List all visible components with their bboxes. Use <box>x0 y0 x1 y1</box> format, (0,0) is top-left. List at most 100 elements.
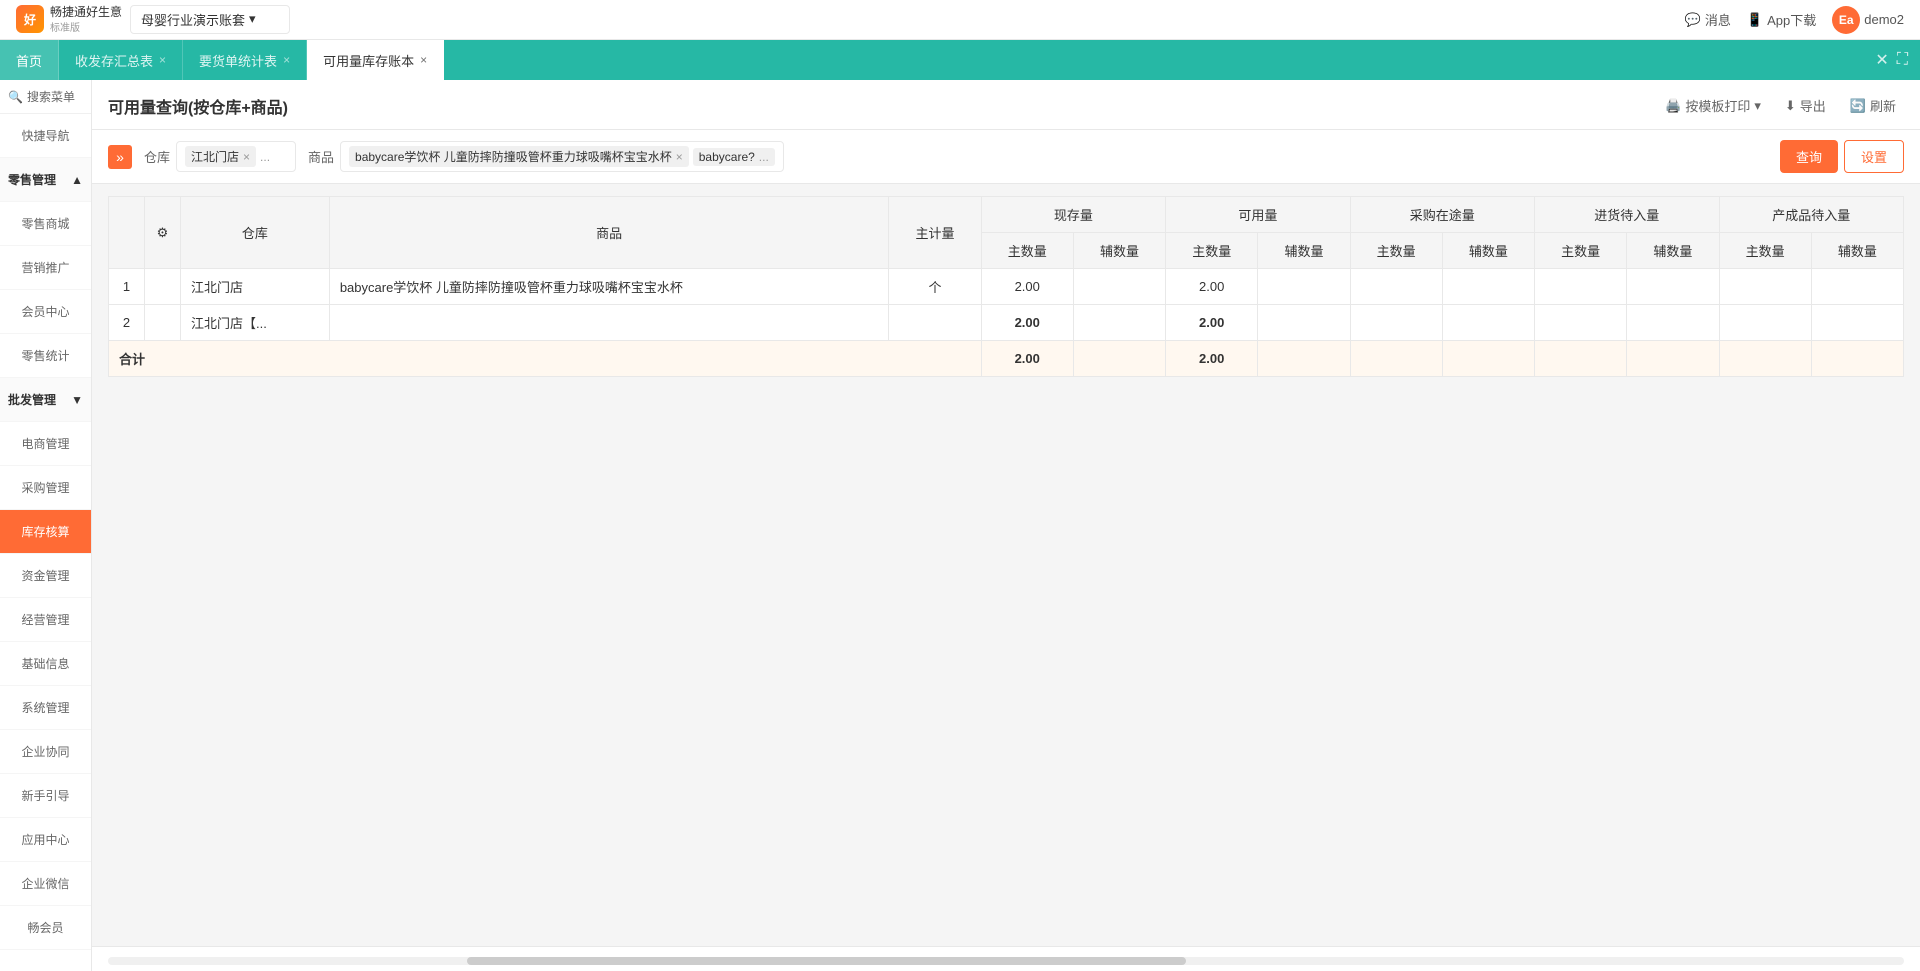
sidebar-item-inventory-check[interactable]: 库存核算 <box>0 510 91 554</box>
app-center-label: 应用中心 <box>21 831 69 848</box>
sidebar-item-retail-mall[interactable]: 零售商城 <box>0 202 91 246</box>
th-product: 商品 <box>329 197 889 269</box>
sidebar-item-marketing[interactable]: 营销推广 <box>0 246 91 290</box>
total-finished-aux <box>1811 341 1903 377</box>
chevron-icon: ▲ <box>71 173 83 187</box>
message-button[interactable]: 💬 消息 <box>1685 10 1731 29</box>
avatar: Ea <box>1832 6 1860 34</box>
retail-stats-label: 零售统计 <box>21 347 69 364</box>
sidebar-item-purchase[interactable]: 采购管理 <box>0 466 91 510</box>
download-button[interactable]: 📱 App下载 <box>1747 10 1816 29</box>
horizontal-scrollbar[interactable] <box>108 957 1904 965</box>
orders-tab-label: 要货单统计表 <box>199 51 277 70</box>
ecommerce-label: 电商管理 <box>21 435 69 452</box>
th-pur-main-qty: 主数量 <box>1350 233 1442 269</box>
total-incoming-aux <box>1627 341 1719 377</box>
product-input[interactable]: babycare学饮杯 儿童防摔防撞吸管杯重力球吸嘴杯宝宝水杯 × babyca… <box>340 141 784 172</box>
tab-inventory[interactable]: 可用量库存账本 × <box>307 40 444 80</box>
warehouse-more-indicator: ... <box>260 150 270 164</box>
tab-home[interactable]: 首页 <box>0 40 59 80</box>
purchase-label: 采购管理 <box>21 479 69 496</box>
header-right: 💬 消息 📱 App下载 Ea demo2 <box>1685 6 1904 34</box>
wholesale-mgmt-label: 批发管理 <box>8 391 56 408</box>
row2-finished-main <box>1719 305 1811 341</box>
orders-tab-close[interactable]: × <box>283 53 290 67</box>
message-icon: 💬 <box>1685 12 1701 28</box>
industry-selector[interactable]: 母婴行业演示账套 ▾ <box>130 5 290 34</box>
th-warehouse: 仓库 <box>181 197 330 269</box>
sidebar-item-wholesale-mgmt[interactable]: 批发管理 ▼ <box>0 378 91 422</box>
members-label: 会员中心 <box>21 303 69 320</box>
sidebar-item-vip[interactable]: 畅会员 <box>0 906 91 950</box>
sidebar-item-retail-stats[interactable]: 零售统计 <box>0 334 91 378</box>
sidebar-item-basic-info[interactable]: 基础信息 <box>0 642 91 686</box>
sidebar-item-sys-mgmt[interactable]: 系统管理 <box>0 686 91 730</box>
sidebar-item-finance[interactable]: 资金管理 <box>0 554 91 598</box>
product-more-indicator: ... <box>759 150 769 164</box>
table-row: 2 江北门店【... 2.00 2.00 <box>109 305 1904 341</box>
user-area[interactable]: Ea demo2 <box>1832 6 1904 34</box>
warehouse-tag-close[interactable]: × <box>243 150 250 164</box>
row2-stock-main: 2.00 <box>981 305 1073 341</box>
export-button[interactable]: ⬇ 导出 <box>1777 92 1834 119</box>
sidebar-item-enterprise-wx[interactable]: 企业微信 <box>0 862 91 906</box>
th-stock-aux-qty: 辅数量 <box>1073 233 1165 269</box>
ops-label: 经营管理 <box>21 611 69 628</box>
download-label: App下载 <box>1767 10 1816 29</box>
row1-pur-main <box>1350 269 1442 305</box>
sidebar-search[interactable]: 🔍 搜索菜单 <box>0 80 91 114</box>
total-pur-aux <box>1442 341 1534 377</box>
data-table: ⚙ 仓库 商品 主计量 现存量 可用量 采购在途量 进货待入量 产成品待入量 主… <box>108 196 1904 377</box>
setting-button[interactable]: 设置 <box>1844 140 1904 173</box>
app-name: 畅捷通好生意 <box>50 5 122 19</box>
inventory-check-label: 库存核算 <box>21 523 69 540</box>
row2-unit <box>889 305 981 341</box>
th-settings[interactable]: ⚙ <box>145 197 181 269</box>
refresh-button[interactable]: 🔄 刷新 <box>1842 92 1904 119</box>
filter-expand-button[interactable]: » <box>108 145 132 169</box>
inventory-tab-close[interactable]: × <box>420 53 427 67</box>
th-avail-main-qty: 主数量 <box>1166 233 1258 269</box>
total-stock-aux <box>1073 341 1165 377</box>
tab-orders[interactable]: 要货单统计表 × <box>183 40 307 80</box>
row2-incoming-main <box>1535 305 1627 341</box>
row2-avail-main: 2.00 <box>1166 305 1258 341</box>
th-purchase-transit: 采购在途量 <box>1350 197 1534 233</box>
receipts-tab-close[interactable]: × <box>159 53 166 67</box>
sidebar-item-quick-nav[interactable]: 快捷导航 <box>0 114 91 158</box>
th-incoming-main-qty: 主数量 <box>1535 233 1627 269</box>
sidebar-item-app-center[interactable]: 应用中心 <box>0 818 91 862</box>
refresh-label: 刷新 <box>1870 96 1896 115</box>
receipts-tab-label: 收发存汇总表 <box>75 51 153 70</box>
filter-row: » 仓库 江北门店 × ... 商品 babycare学饮杯 儿童防摔防撞吸管杯… <box>92 130 1920 184</box>
sidebar-item-retail-mgmt[interactable]: 零售管理 ▲ <box>0 158 91 202</box>
sidebar-item-members[interactable]: 会员中心 <box>0 290 91 334</box>
table-footer <box>92 946 1920 971</box>
sidebar-item-ops[interactable]: 经营管理 <box>0 598 91 642</box>
scrollbar-thumb <box>467 957 1185 965</box>
print-button[interactable]: 🖨️ 按模板打印 ▾ <box>1657 92 1769 119</box>
main-layout: 🔍 搜索菜单 快捷导航 零售管理 ▲ 零售商城 营销推广 会员中心 零售统计 批… <box>0 80 1920 971</box>
industry-label: 母婴行业演示账套 <box>141 10 245 29</box>
th-finished-pending: 产成品待入量 <box>1719 197 1904 233</box>
query-button[interactable]: 查询 <box>1780 140 1838 173</box>
close-all-icon[interactable]: ✕ <box>1875 50 1888 70</box>
tab-receipts[interactable]: 收发存汇总表 × <box>59 40 183 80</box>
th-stock-main-qty: 主数量 <box>981 233 1073 269</box>
fullscreen-icon[interactable]: ⛶ <box>1897 51 1908 69</box>
row1-avail-aux <box>1258 269 1350 305</box>
download-icon: 📱 <box>1747 12 1763 28</box>
sidebar-item-ecommerce[interactable]: 电商管理 <box>0 422 91 466</box>
sidebar-item-new-guide[interactable]: 新手引导 <box>0 774 91 818</box>
row1-finished-main <box>1719 269 1811 305</box>
row1-num: 1 <box>109 269 145 305</box>
row2-warehouse: 江北门店【... <box>181 305 330 341</box>
th-finished-main-qty: 主数量 <box>1719 233 1811 269</box>
sidebar-item-enterprise[interactable]: 企业协同 <box>0 730 91 774</box>
retail-mall-label: 零售商城 <box>21 215 69 232</box>
total-avail-main: 2.00 <box>1166 341 1258 377</box>
th-pur-aux-qty: 辅数量 <box>1442 233 1534 269</box>
header-left: 好 畅捷通好生意 标准版 母婴行业演示账套 ▾ <box>16 5 290 34</box>
product-tag-close[interactable]: × <box>676 150 683 164</box>
warehouse-input[interactable]: 江北门店 × ... <box>176 141 296 172</box>
